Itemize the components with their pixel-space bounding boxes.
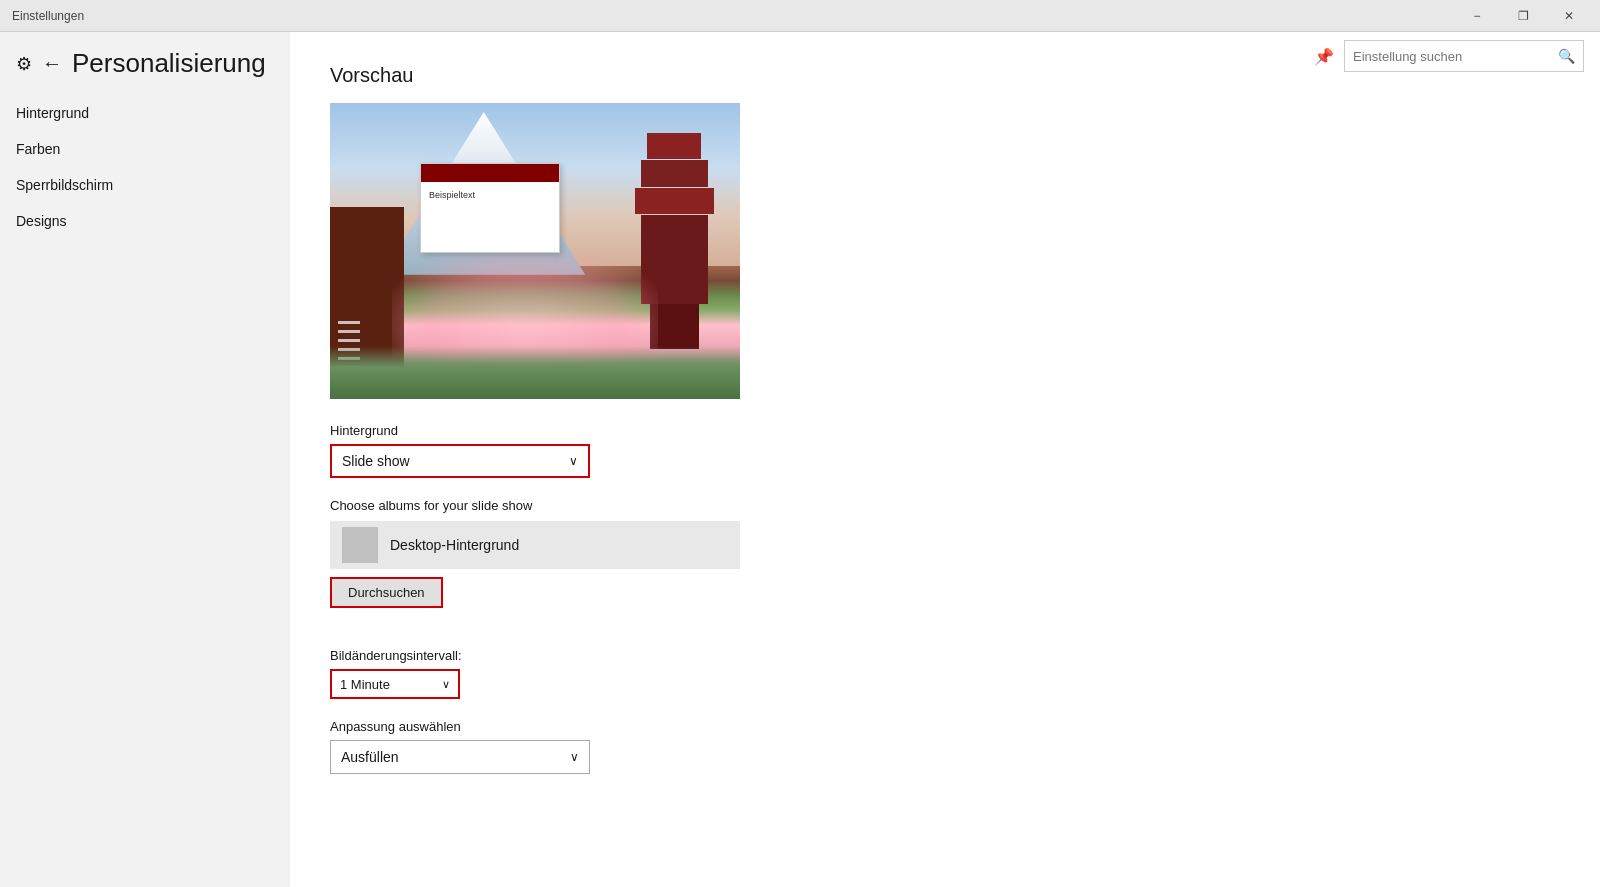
search-input[interactable] bbox=[1353, 49, 1552, 64]
background-chevron-icon: ∨ bbox=[569, 454, 578, 468]
pin-icon[interactable]: 📌 bbox=[1314, 47, 1334, 66]
preview-container: Beispieltext bbox=[330, 103, 740, 399]
background-select-value: Slide show bbox=[342, 453, 410, 469]
background-select[interactable]: Slide show ∨ bbox=[330, 444, 590, 478]
sidebar-item-designs[interactable]: Designs bbox=[0, 203, 290, 239]
album-item[interactable]: Desktop-Hintergrund bbox=[330, 521, 740, 569]
browse-button[interactable]: Durchsuchen bbox=[330, 577, 443, 608]
albums-control-group: Choose albums for your slide show Deskto… bbox=[330, 498, 1560, 628]
interval-control-group: Bildänderungsintervall: 1 Minute ∨ bbox=[330, 648, 1560, 699]
search-icon: 🔍 bbox=[1558, 48, 1575, 64]
background-control-group: Hintergrund Slide show ∨ bbox=[330, 423, 1560, 478]
fit-select[interactable]: Ausfüllen ∨ bbox=[330, 740, 590, 774]
preview-dialog-body: Beispieltext bbox=[421, 182, 559, 208]
sidebar-header: ⚙ ← Personalisierung bbox=[0, 32, 290, 95]
sidebar: ⚙ ← Personalisierung Hintergrund Farben … bbox=[0, 32, 290, 887]
titlebar: Einstellungen − ❐ ✕ bbox=[0, 0, 1600, 32]
sidebar-item-hintergrund[interactable]: Hintergrund bbox=[0, 95, 290, 131]
background-label: Hintergrund bbox=[330, 423, 1560, 438]
preview-dialog: Beispieltext bbox=[420, 163, 560, 253]
fit-label: Anpassung auswählen bbox=[330, 719, 1560, 734]
settings-icon: ⚙ bbox=[16, 53, 32, 75]
interval-label: Bildänderungsintervall: bbox=[330, 648, 1560, 663]
preview-dialog-titlebar bbox=[421, 164, 559, 182]
sidebar-nav: Hintergrund Farben Sperrbildschirm Desig… bbox=[0, 95, 290, 239]
albums-label: Choose albums for your slide show bbox=[330, 498, 1560, 513]
window-controls: − ❐ ✕ bbox=[1454, 0, 1592, 32]
fit-control-group: Anpassung auswählen Ausfüllen ∨ bbox=[330, 719, 1560, 774]
minimize-button[interactable]: − bbox=[1454, 0, 1500, 32]
restore-button[interactable]: ❐ bbox=[1500, 0, 1546, 32]
preview-background: Beispieltext bbox=[330, 103, 740, 399]
search-box[interactable]: 🔍 bbox=[1344, 40, 1584, 72]
sidebar-item-farben[interactable]: Farben bbox=[0, 131, 290, 167]
interval-select[interactable]: 1 Minute ∨ bbox=[330, 669, 460, 699]
page-title: Personalisierung bbox=[72, 48, 266, 79]
back-arrow[interactable]: ← bbox=[42, 52, 62, 75]
album-thumbnail bbox=[342, 527, 378, 563]
sidebar-item-sperrbildschirm[interactable]: Sperrbildschirm bbox=[0, 167, 290, 203]
interval-chevron-icon: ∨ bbox=[442, 678, 450, 691]
main-content: 📌 🔍 Vorschau bbox=[290, 32, 1600, 887]
close-button[interactable]: ✕ bbox=[1546, 0, 1592, 32]
fit-select-value: Ausfüllen bbox=[341, 749, 399, 765]
album-name: Desktop-Hintergrund bbox=[390, 537, 519, 553]
fit-chevron-icon: ∨ bbox=[570, 750, 579, 764]
titlebar-title: Einstellungen bbox=[12, 9, 84, 23]
interval-select-value: 1 Minute bbox=[340, 677, 390, 692]
